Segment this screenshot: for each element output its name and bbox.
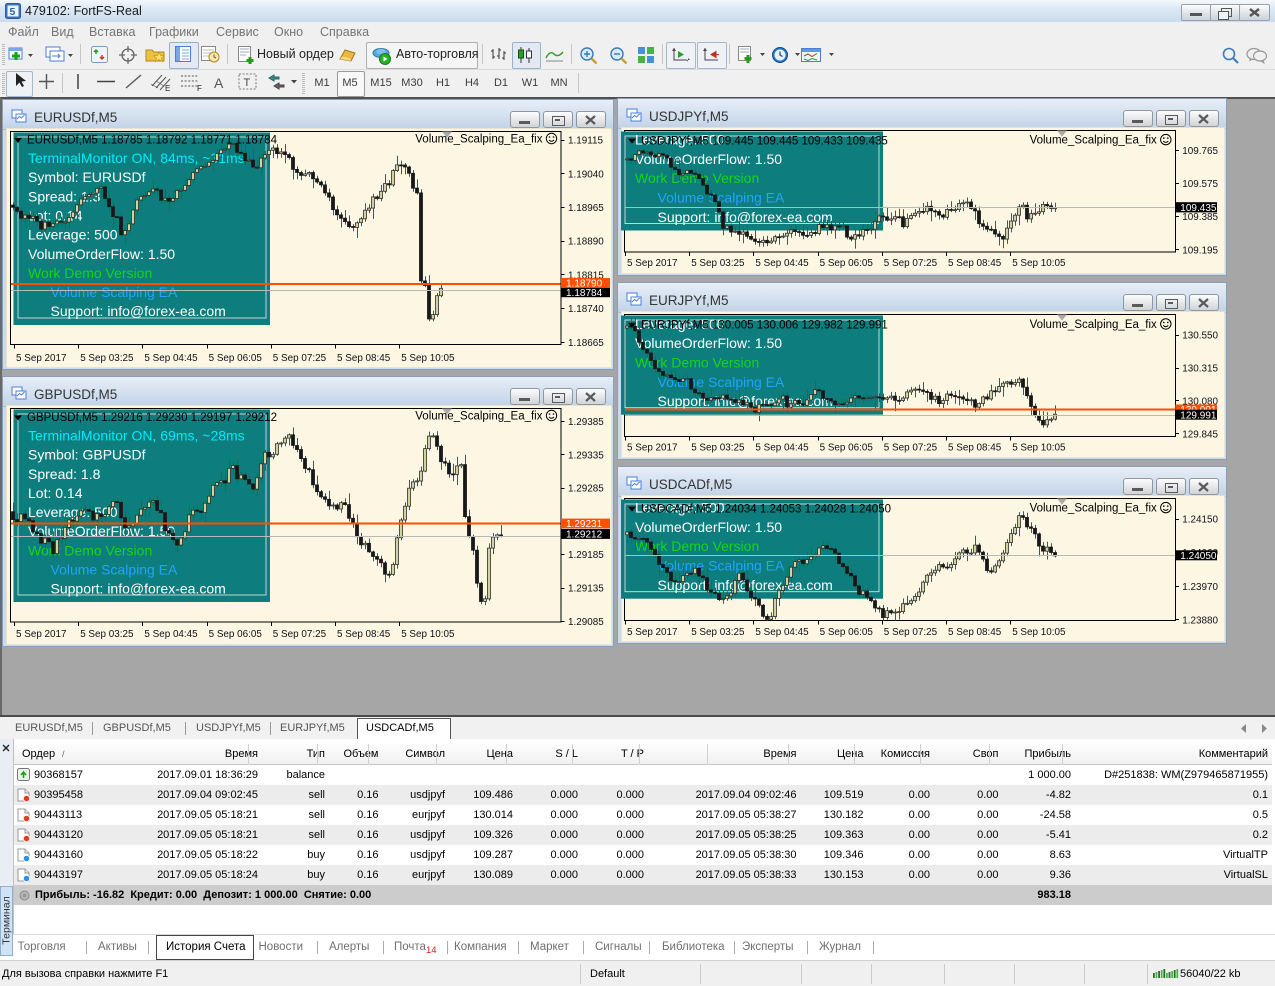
svg-text:5 Sep 03:25: 5 Sep 03:25	[80, 629, 134, 640]
svg-text:5 Sep 2017: 5 Sep 2017	[627, 258, 678, 269]
svg-text:Symbol: GBPUSDf: Symbol: GBPUSDf	[28, 447, 146, 463]
svg-text:1.18784: 1.18784	[566, 288, 603, 299]
svg-text:5 Sep 06:05: 5 Sep 06:05	[209, 353, 263, 364]
svg-text:F: F	[197, 84, 202, 92]
svg-text:5 Sep 04:45: 5 Sep 04:45	[755, 443, 809, 454]
svg-text:Leverage: 500: Leverage: 500	[28, 504, 118, 520]
svg-text:5 Sep 04:45: 5 Sep 04:45	[144, 629, 198, 640]
svg-text:Support: info@forex-ea.com: Support: info@forex-ea.com	[658, 209, 833, 225]
svg-text:1.24150: 1.24150	[1182, 515, 1218, 526]
svg-text:EURUSDf,M5 1.18785 1.18792 1.: EURUSDf,M5 1.18785 1.18792 1.18771 1.187…	[27, 135, 278, 147]
svg-text:VolumeOrderFlow: 1.50: VolumeOrderFlow: 1.50	[635, 335, 782, 351]
svg-text:5 Sep 10:05: 5 Sep 10:05	[401, 353, 455, 364]
svg-text:1.18740: 1.18740	[568, 304, 604, 315]
svg-text:Volume Scalping EA: Volume Scalping EA	[658, 190, 786, 206]
svg-text:5 Sep 2017: 5 Sep 2017	[627, 627, 678, 638]
svg-text:129.991: 129.991	[1180, 410, 1217, 421]
svg-text:5 Sep 06:05: 5 Sep 06:05	[209, 629, 263, 640]
svg-text:Volume_Scalping_Ea_fix: Volume_Scalping_Ea_fix	[1030, 503, 1157, 515]
svg-text:1.29335: 1.29335	[568, 450, 604, 461]
svg-text:5 Sep 03:25: 5 Sep 03:25	[80, 353, 134, 364]
svg-text:109.765: 109.765	[1182, 146, 1218, 157]
svg-text:5 Sep 03:25: 5 Sep 03:25	[691, 258, 745, 269]
svg-text:1.19115: 1.19115	[568, 136, 603, 147]
svg-text:5 Sep 06:05: 5 Sep 06:05	[820, 443, 874, 454]
svg-text:1.29212: 1.29212	[566, 530, 603, 541]
svg-text:Lot: 0.14: Lot: 0.14	[28, 485, 83, 501]
svg-text:129.845: 129.845	[1182, 429, 1218, 440]
svg-text:Volume Scalping EA: Volume Scalping EA	[658, 374, 786, 390]
svg-text:TerminalMonitor ON, 84ms, ~31m: TerminalMonitor ON, 84ms, ~31ms	[28, 150, 245, 166]
svg-text:T: T	[244, 77, 251, 89]
svg-text:1.18665: 1.18665	[568, 338, 604, 349]
svg-text:5 Sep 08:45: 5 Sep 08:45	[948, 258, 1002, 269]
svg-text:1.23970: 1.23970	[1182, 582, 1218, 593]
svg-text:130.315: 130.315	[1182, 364, 1218, 375]
svg-text:5 Sep 03:25: 5 Sep 03:25	[691, 627, 745, 638]
svg-text:109.435: 109.435	[1180, 203, 1217, 214]
svg-text:5 Sep 04:45: 5 Sep 04:45	[755, 258, 809, 269]
svg-text:1.18890: 1.18890	[568, 237, 604, 248]
svg-text:1.23880: 1.23880	[1182, 615, 1218, 626]
svg-text:5 Sep 08:45: 5 Sep 08:45	[948, 443, 1002, 454]
svg-text:5 Sep 2017: 5 Sep 2017	[627, 443, 678, 454]
svg-text:1.29185: 1.29185	[568, 550, 604, 561]
svg-text:5 Sep 07:25: 5 Sep 07:25	[884, 258, 938, 269]
svg-text:GBPUSDf,M5 1.29216 1.29230 1.: GBPUSDf,M5 1.29216 1.29230 1.29197 1.292…	[27, 412, 277, 424]
svg-text:5 Sep 07:25: 5 Sep 07:25	[884, 627, 938, 638]
svg-text:1.29085: 1.29085	[568, 617, 604, 628]
svg-text:1.29231: 1.29231	[566, 519, 603, 530]
svg-text:5 Sep 08:45: 5 Sep 08:45	[337, 353, 391, 364]
svg-text:USDJPYf,M5 109.445 109.445 10: USDJPYf,M5 109.445 109.445 109.433 109.4…	[641, 135, 888, 147]
svg-text:Volume Scalping EA: Volume Scalping EA	[51, 562, 179, 578]
svg-text:EURJPYf,M5 130.005 130.006 12: EURJPYf,M5 130.005 130.006 129.982 129.9…	[641, 320, 888, 332]
svg-text:Volume_Scalping_Ea_fix: Volume_Scalping_Ea_fix	[415, 134, 542, 146]
svg-text:5 Sep 04:45: 5 Sep 04:45	[144, 353, 198, 364]
svg-text:5 Sep 07:25: 5 Sep 07:25	[884, 443, 938, 454]
svg-text:Volume Scalping EA: Volume Scalping EA	[658, 558, 786, 574]
svg-text:5 Sep 04:45: 5 Sep 04:45	[755, 627, 809, 638]
svg-text:VolumeOrderFlow: 1.50: VolumeOrderFlow: 1.50	[635, 519, 782, 535]
svg-text:5 Sep 10:05: 5 Sep 10:05	[401, 629, 455, 640]
svg-text:Volume_Scalping_Ea_fix: Volume_Scalping_Ea_fix	[1030, 319, 1157, 331]
svg-text:VolumeOrderFlow: 1.50: VolumeOrderFlow: 1.50	[28, 246, 175, 262]
svg-text:Support: info@forex-ea.com: Support: info@forex-ea.com	[51, 581, 226, 597]
svg-text:1.29135: 1.29135	[568, 584, 604, 595]
svg-text:1.29385: 1.29385	[568, 417, 604, 428]
svg-text:5 Sep 10:05: 5 Sep 10:05	[1012, 258, 1066, 269]
svg-text:Volume_Scalping_Ea_fix: Volume_Scalping_Ea_fix	[1030, 135, 1157, 147]
svg-text:5 Sep 07:25: 5 Sep 07:25	[273, 629, 327, 640]
svg-text:1.29285: 1.29285	[568, 484, 604, 495]
svg-text:Work Demo Version: Work Demo Version	[28, 265, 152, 281]
svg-text:5 Sep 2017: 5 Sep 2017	[16, 353, 67, 364]
svg-text:1.18965: 1.18965	[568, 203, 604, 214]
svg-text:E: E	[165, 84, 170, 92]
svg-text:5 Sep 06:05: 5 Sep 06:05	[820, 627, 874, 638]
svg-text:5 Sep 10:05: 5 Sep 10:05	[1012, 627, 1066, 638]
svg-text:Spread: 1.8: Spread: 1.8	[28, 466, 101, 482]
svg-text:5 Sep 06:05: 5 Sep 06:05	[820, 258, 874, 269]
svg-text:5 Sep 07:25: 5 Sep 07:25	[273, 353, 327, 364]
svg-text:Support: info@forex-ea.com: Support: info@forex-ea.com	[51, 303, 226, 319]
svg-text:5 Sep 03:25: 5 Sep 03:25	[691, 443, 745, 454]
svg-text:5 Sep 08:45: 5 Sep 08:45	[948, 627, 1002, 638]
svg-text:5 Sep 08:45: 5 Sep 08:45	[337, 629, 391, 640]
svg-text:5 Sep 2017: 5 Sep 2017	[16, 629, 67, 640]
svg-text:130.550: 130.550	[1182, 331, 1218, 342]
svg-text:109.195: 109.195	[1182, 245, 1218, 256]
svg-text:109.575: 109.575	[1182, 179, 1218, 190]
svg-text:USDCADf,M5 1.24034 1.24053 1.: USDCADf,M5 1.24034 1.24053 1.24028 1.240…	[641, 503, 891, 515]
svg-text:5: 5	[10, 6, 16, 18]
svg-text:5 Sep 10:05: 5 Sep 10:05	[1012, 443, 1066, 454]
svg-text:1.24050: 1.24050	[1180, 551, 1217, 562]
svg-text:TerminalMonitor ON, 69ms, ~28m: TerminalMonitor ON, 69ms, ~28ms	[28, 428, 245, 444]
svg-text:Symbol: EURUSDf: Symbol: EURUSDf	[28, 169, 146, 185]
svg-text:VolumeOrderFlow: 1.50: VolumeOrderFlow: 1.50	[635, 151, 782, 167]
svg-text:Volume_Scalping_Ea_fix: Volume_Scalping_Ea_fix	[415, 411, 542, 423]
svg-text:Work Demo Version: Work Demo Version	[28, 542, 152, 558]
svg-text:Volume Scalping EA: Volume Scalping EA	[51, 284, 179, 300]
svg-text:1.19040: 1.19040	[568, 169, 604, 180]
